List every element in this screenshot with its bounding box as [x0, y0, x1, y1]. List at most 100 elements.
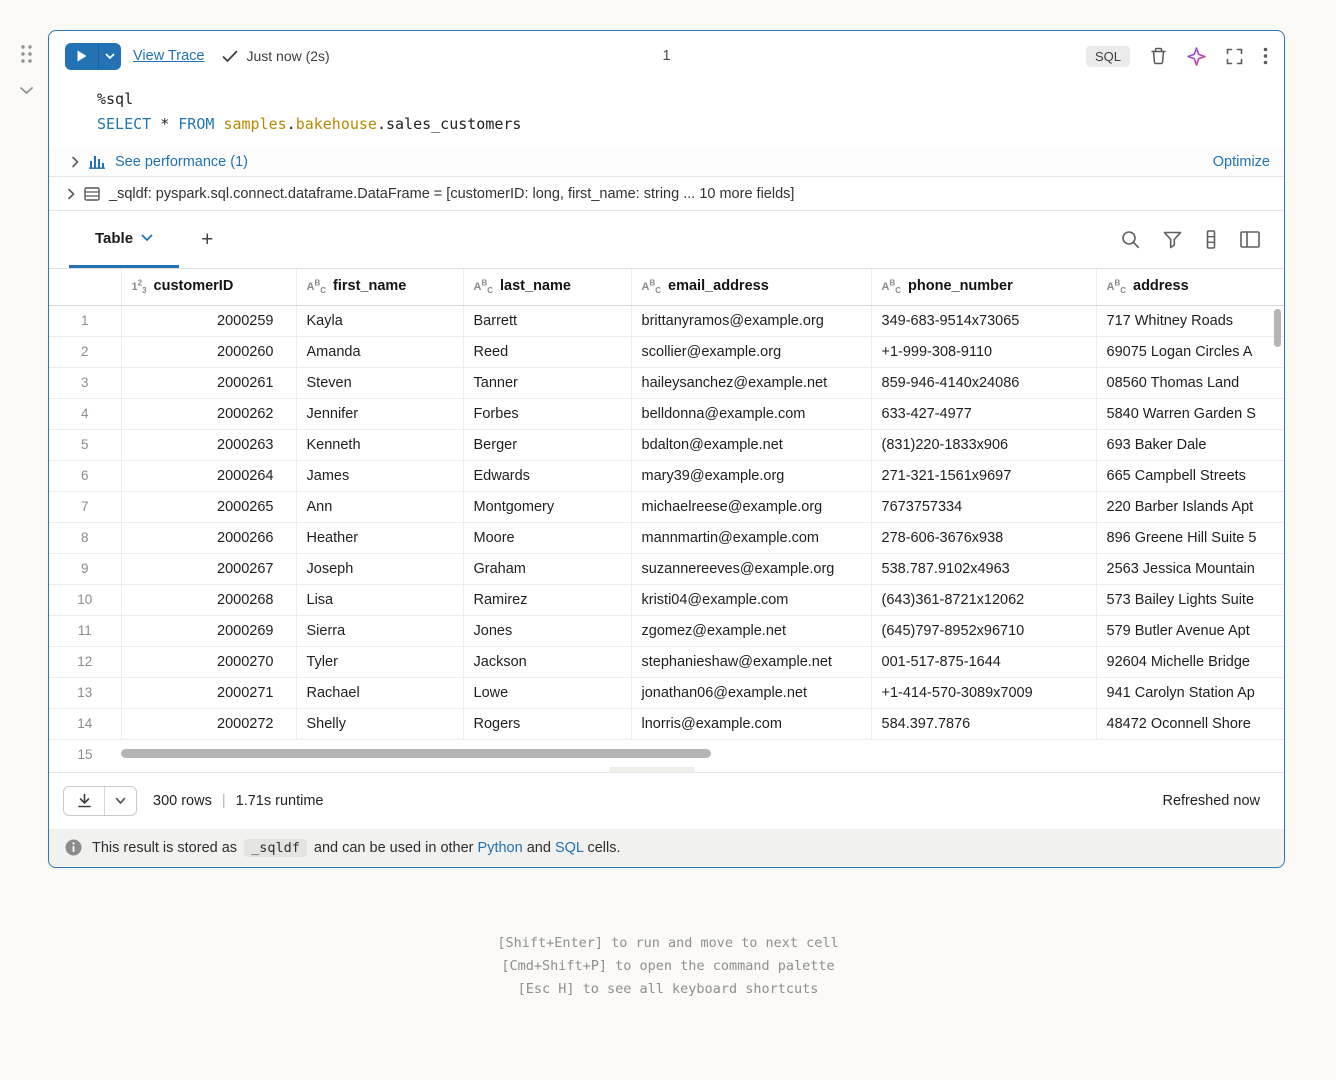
cell-customerID[interactable]: 2000263 — [121, 429, 296, 460]
cell-customerID[interactable]: 2000269 — [121, 615, 296, 646]
cell-customerID[interactable]: 2000272 — [121, 708, 296, 739]
cell-email_address[interactable]: mary39@example.org — [631, 460, 871, 491]
cell-phone_number[interactable]: (643)361-8721x12062 — [871, 584, 1096, 615]
horizontal-scrollbar[interactable] — [121, 749, 711, 758]
row-number[interactable]: 10 — [49, 584, 121, 615]
cell-address[interactable]: 573 Bailey Lights Suite — [1096, 584, 1284, 615]
view-trace-link[interactable]: View Trace — [133, 48, 204, 64]
row-number[interactable]: 11 — [49, 615, 121, 646]
cell-phone_number[interactable]: +1-999-308-9110 — [871, 336, 1096, 367]
row-number[interactable]: 4 — [49, 398, 121, 429]
cell-email_address[interactable]: stephanieshaw@example.net — [631, 646, 871, 677]
cell-menu-button[interactable] — [1263, 47, 1268, 65]
row-number[interactable]: 5 — [49, 429, 121, 460]
cell-first_name[interactable]: Jennifer — [296, 398, 463, 429]
row-number[interactable]: 7 — [49, 491, 121, 522]
cell-last_name[interactable]: Lowe — [463, 677, 631, 708]
cell-customerID[interactable]: 2000264 — [121, 460, 296, 491]
cell-first_name[interactable]: Joseph — [296, 553, 463, 584]
cell-phone_number[interactable]: 7673757334 — [871, 491, 1096, 522]
cell-address[interactable]: 693 Baker Dale — [1096, 429, 1284, 460]
column-header-phone_number[interactable]: ABCphone_number — [871, 269, 1096, 305]
cell-email_address[interactable]: belldonna@example.com — [631, 398, 871, 429]
cell-last_name[interactable]: Montgomery — [463, 491, 631, 522]
expand-cell-button[interactable] — [1226, 48, 1243, 65]
cell-email_address[interactable]: michaelreese@example.org — [631, 491, 871, 522]
cell-email_address[interactable]: scollier@example.org — [631, 336, 871, 367]
code-line[interactable]: SELECT * FROM samples.bakehouse.sales_cu… — [97, 112, 1268, 137]
tab-table[interactable]: Table — [69, 211, 179, 268]
row-number[interactable]: 2 — [49, 336, 121, 367]
cell-first_name[interactable]: Rachael — [296, 677, 463, 708]
cell-email_address[interactable]: brittanyramos@example.org — [631, 305, 871, 336]
delete-cell-button[interactable] — [1150, 47, 1167, 65]
cell-last_name[interactable]: Edwards — [463, 460, 631, 491]
run-options-button[interactable] — [98, 43, 121, 70]
download-button[interactable] — [64, 787, 104, 815]
python-link[interactable]: Python — [478, 840, 523, 856]
cell-address[interactable]: 5840 Warren Garden S — [1096, 398, 1284, 429]
language-badge[interactable]: SQL — [1086, 46, 1130, 67]
column-header-address[interactable]: ABCaddress — [1096, 269, 1284, 305]
cell-address[interactable]: 941 Carolyn Station Ap — [1096, 677, 1284, 708]
side-panel-button[interactable] — [1240, 231, 1260, 248]
cell-first_name[interactable]: Shelly — [296, 708, 463, 739]
cell-first_name[interactable]: Amanda — [296, 336, 463, 367]
cell-phone_number[interactable]: (831)220-1833x906 — [871, 429, 1096, 460]
cell-last_name[interactable]: Graham — [463, 553, 631, 584]
cell-last_name[interactable]: Tanner — [463, 367, 631, 398]
cell-phone_number[interactable]: 349-683-9514x73065 — [871, 305, 1096, 336]
row-number[interactable]: 6 — [49, 460, 121, 491]
cell-phone_number[interactable]: 584.397.7876 — [871, 708, 1096, 739]
resize-handle[interactable] — [609, 767, 695, 772]
cell-customerID[interactable]: 2000261 — [121, 367, 296, 398]
column-header-email_address[interactable]: ABCemail_address — [631, 269, 871, 305]
drag-handle-icon[interactable] — [19, 44, 34, 64]
expand-result-chevron-icon[interactable] — [67, 188, 75, 200]
cell-first_name[interactable]: Ann — [296, 491, 463, 522]
cell-customerID[interactable]: 2000267 — [121, 553, 296, 584]
cell-address[interactable]: 717 Whitney Roads — [1096, 305, 1284, 336]
cell-email_address[interactable]: zgomez@example.net — [631, 615, 871, 646]
cell-email_address[interactable]: lnorris@example.com — [631, 708, 871, 739]
vertical-scrollbar[interactable] — [1274, 309, 1281, 347]
cell-address[interactable]: 579 Butler Avenue Apt — [1096, 615, 1284, 646]
cell-address[interactable]: 08560 Thomas Land — [1096, 367, 1284, 398]
cell-customerID[interactable]: 2000270 — [121, 646, 296, 677]
add-visualization-button[interactable]: + — [179, 211, 235, 268]
cell-first_name[interactable]: Lisa — [296, 584, 463, 615]
cell-phone_number[interactable]: +1-414-570-3089x7009 — [871, 677, 1096, 708]
cell-last_name[interactable]: Rogers — [463, 708, 631, 739]
cell-phone_number[interactable]: (645)797-8952x96710 — [871, 615, 1096, 646]
row-number[interactable]: 13 — [49, 677, 121, 708]
cell-address[interactable]: 92604 Michelle Bridge — [1096, 646, 1284, 677]
cell-customerID[interactable]: 2000266 — [121, 522, 296, 553]
column-header-first_name[interactable]: ABCfirst_name — [296, 269, 463, 305]
row-number[interactable]: 14 — [49, 708, 121, 739]
cell-customerID[interactable]: 2000259 — [121, 305, 296, 336]
cell-email_address[interactable]: mannmartin@example.com — [631, 522, 871, 553]
download-options-button[interactable] — [104, 787, 136, 815]
cell-customerID[interactable]: 2000265 — [121, 491, 296, 522]
code-editor[interactable]: %sqlSELECT * FROM samples.bakehouse.sale… — [49, 81, 1284, 147]
cell-first_name[interactable]: Tyler — [296, 646, 463, 677]
row-number[interactable]: 8 — [49, 522, 121, 553]
row-number[interactable]: 1 — [49, 305, 121, 336]
cell-customerID[interactable]: 2000271 — [121, 677, 296, 708]
sql-link[interactable]: SQL — [555, 840, 583, 856]
cell-last_name[interactable]: Jackson — [463, 646, 631, 677]
filter-results-button[interactable] — [1163, 231, 1182, 249]
run-button[interactable] — [65, 43, 98, 70]
cell-customerID[interactable]: 2000268 — [121, 584, 296, 615]
cell-address[interactable]: 69075 Logan Circles A — [1096, 336, 1284, 367]
cell-address[interactable]: 896 Greene Hill Suite 5 — [1096, 522, 1284, 553]
cell-email_address[interactable]: bdalton@example.net — [631, 429, 871, 460]
cell-first_name[interactable]: Steven — [296, 367, 463, 398]
cell-last_name[interactable]: Barrett — [463, 305, 631, 336]
cell-address[interactable]: 220 Barber Islands Apt — [1096, 491, 1284, 522]
cell-first_name[interactable]: Heather — [296, 522, 463, 553]
cell-phone_number[interactable]: 538.787.9102x4963 — [871, 553, 1096, 584]
cell-last_name[interactable]: Berger — [463, 429, 631, 460]
cell-phone_number[interactable]: 859-946-4140x24086 — [871, 367, 1096, 398]
cell-first_name[interactable]: Kayla — [296, 305, 463, 336]
